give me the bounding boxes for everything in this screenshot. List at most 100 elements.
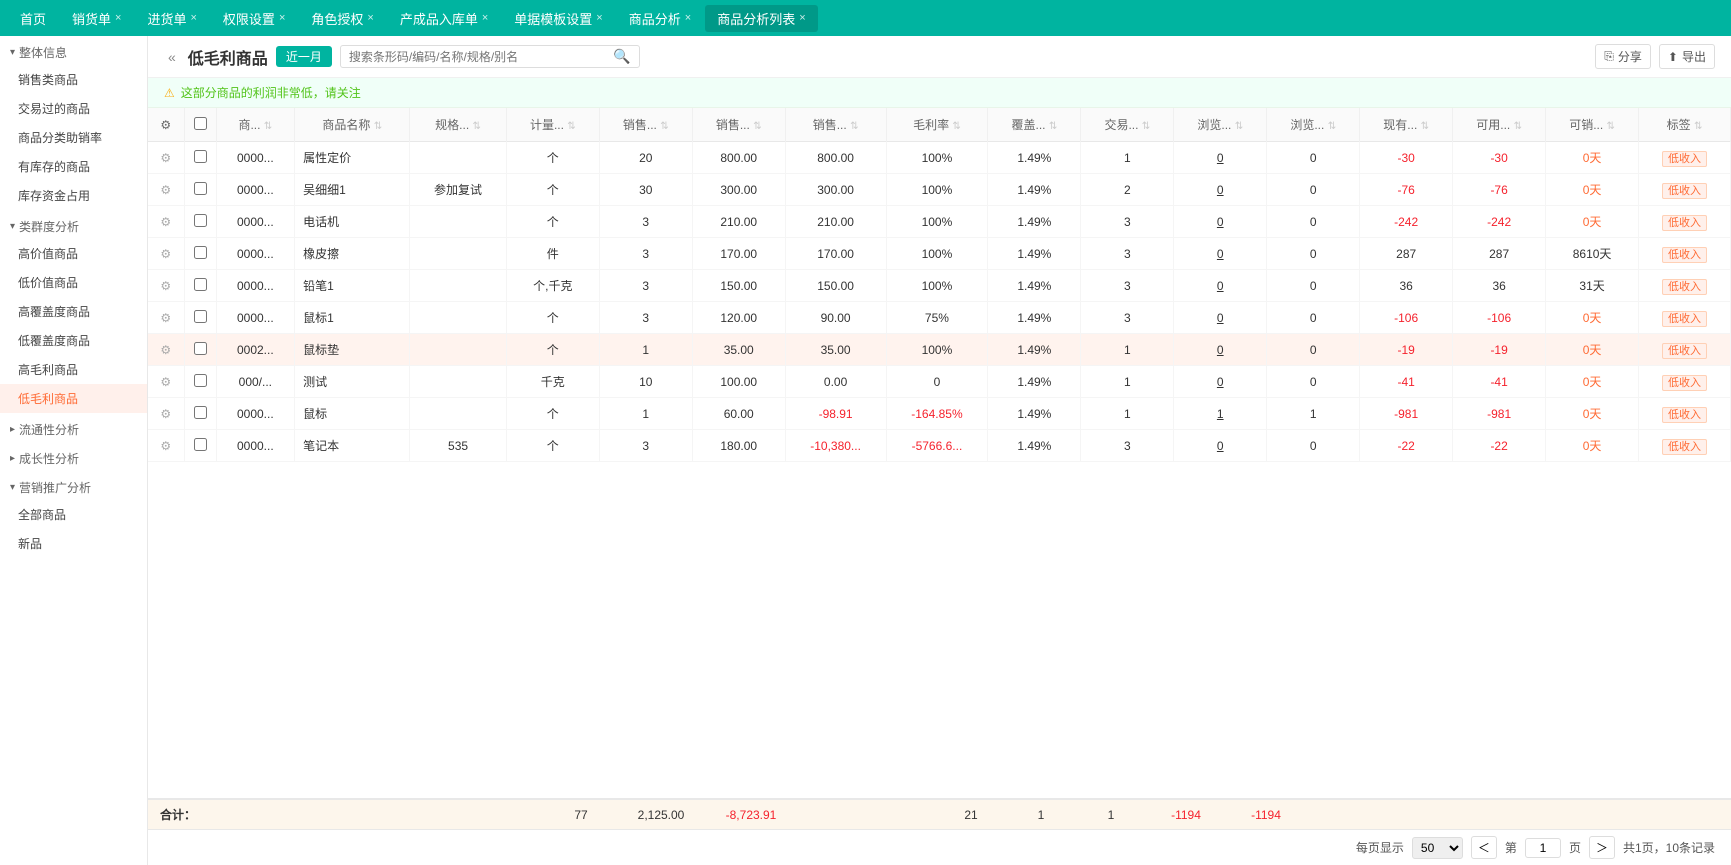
row-available: -981 [1453,398,1546,430]
sidebar-item-new-products[interactable]: 新品 [0,529,147,558]
search-input[interactable] [349,50,610,64]
row-browse1[interactable]: 0 [1174,270,1267,302]
nav-close-icon[interactable]: × [190,12,196,24]
nav-close-icon[interactable]: × [115,12,121,24]
nav-role-auth[interactable]: 角色授权 × [299,5,385,32]
sidebar-group-marketing[interactable]: ▾ 营销推广分析 [0,471,147,500]
sidebar-item-high-value[interactable]: 高价值商品 [0,239,147,268]
sidebar-item-inventory-capital[interactable]: 库存资金占用 [0,181,147,210]
row-browse1[interactable]: 0 [1174,238,1267,270]
row-checkbox[interactable] [184,430,216,462]
sidebar-item-traded-products[interactable]: 交易过的商品 [0,94,147,123]
settings-column-header[interactable]: ⚙ [148,108,184,142]
row-checkbox[interactable] [184,398,216,430]
nav-close-icon[interactable]: × [685,12,691,24]
row-settings[interactable]: ⚙ [148,430,184,462]
row-sales-profit: -10,380... [785,430,886,462]
row-checkbox[interactable] [184,366,216,398]
row-settings[interactable]: ⚙ [148,366,184,398]
row-sales-amount: 300.00 [692,174,785,206]
sidebar-item-inventory-products[interactable]: 有库存的商品 [0,152,147,181]
nav-purchase-order[interactable]: 进货单 × [135,5,208,32]
export-button[interactable]: ⬆ 导出 [1659,44,1715,69]
row-checkbox[interactable] [184,238,216,270]
table-row: ⚙ 0000... 鼠标 个 1 60.00 -98.91 -164.85% 1… [148,398,1731,430]
nav-product-analysis-list[interactable]: 商品分析列表 × [705,5,817,32]
nav-product-analysis[interactable]: 商品分析 × [617,5,703,32]
nav-home[interactable]: 首页 [8,5,58,32]
row-settings[interactable]: ⚙ [148,238,184,270]
chevron-down-icon: ▾ [10,482,15,493]
row-settings[interactable]: ⚙ [148,174,184,206]
row-trade: 1 [1081,334,1174,366]
row-settings[interactable]: ⚙ [148,270,184,302]
sidebar-group-growth[interactable]: ▸ 成长性分析 [0,442,147,471]
row-browse1[interactable]: 0 [1174,334,1267,366]
sidebar-item-low-value[interactable]: 低价值商品 [0,268,147,297]
checkbox-column-header[interactable] [184,108,216,142]
row-checkbox[interactable] [184,142,216,174]
filter-recent-month-button[interactable]: 近一月 [276,46,332,67]
row-browse1[interactable]: 0 [1174,366,1267,398]
nav-product-entry[interactable]: 产成品入库单 × [388,5,500,32]
page-size-select[interactable]: 50 20 100 [1412,837,1463,859]
sidebar-item-sales-products[interactable]: 销售类商品 [0,65,147,94]
total-info: 共1页，10条记录 [1623,839,1715,856]
page-number-input[interactable] [1525,838,1561,858]
row-spec [410,238,507,270]
content-area: « 低毛利商品 近一月 🔍 ⎘ 分享 ⬆ 导出 ⚠ 这部分商品的利润非常低， [148,36,1731,865]
sidebar-group-circulation[interactable]: ▸ 流通性分析 [0,413,147,442]
row-settings[interactable]: ⚙ [148,334,184,366]
row-browse1[interactable]: 0 [1174,142,1267,174]
row-sales-count: 30 [599,174,692,206]
row-settings[interactable]: ⚙ [148,398,184,430]
prev-page-button[interactable]: ＜ [1471,836,1497,859]
row-settings[interactable]: ⚙ [148,142,184,174]
sidebar-item-high-margin[interactable]: 高毛利商品 [0,355,147,384]
row-checkbox[interactable] [184,206,216,238]
row-sales-amount: 60.00 [692,398,785,430]
sidebar-item-high-coverage[interactable]: 高覆盖度商品 [0,297,147,326]
sidebar-item-low-margin[interactable]: 低毛利商品 [0,384,147,413]
row-trade: 3 [1081,302,1174,334]
row-browse1[interactable]: 1 [1174,398,1267,430]
row-browse1[interactable]: 0 [1174,302,1267,334]
row-trade: 3 [1081,430,1174,462]
sidebar-group-overall[interactable]: ▾ 整体信息 [0,36,147,65]
search-icon[interactable]: 🔍 [613,48,630,65]
nav-sales-order[interactable]: 销货单 × [60,5,133,32]
row-name: 鼠标1 [295,302,410,334]
nav-permission-settings[interactable]: 权限设置 × [211,5,297,32]
next-page-button[interactable]: ＞ [1589,836,1615,859]
saleable-column-header: 可销... ⇅ [1546,108,1639,142]
row-gross-rate: 100% [886,238,988,270]
select-all-checkbox[interactable] [194,117,207,130]
nav-close-icon[interactable]: × [279,12,285,24]
row-cover-rate: 1.49% [988,430,1081,462]
sidebar-collapse-button[interactable]: « [164,49,180,65]
nav-close-icon[interactable]: × [799,12,805,24]
sidebar-item-category-assist-rate[interactable]: 商品分类助销率 [0,123,147,152]
row-browse1[interactable]: 0 [1174,174,1267,206]
sidebar-item-all-products[interactable]: 全部商品 [0,500,147,529]
table-row: ⚙ 0000... 铅笔1 个,千克 3 150.00 150.00 100% … [148,270,1731,302]
available-column-header: 可用... ⇅ [1453,108,1546,142]
row-checkbox[interactable] [184,302,216,334]
sidebar-item-low-coverage[interactable]: 低覆盖度商品 [0,326,147,355]
nav-close-icon[interactable]: × [367,12,373,24]
row-trade: 1 [1081,398,1174,430]
share-button[interactable]: ⎘ 分享 [1595,44,1651,69]
row-settings[interactable]: ⚙ [148,206,184,238]
nav-close-icon[interactable]: × [482,12,488,24]
row-checkbox[interactable] [184,334,216,366]
nav-template-settings[interactable]: 单据模板设置 × [502,5,614,32]
sidebar-group-cluster[interactable]: ▾ 类群度分析 [0,210,147,239]
row-tag: 低收入 [1639,334,1731,366]
row-browse1[interactable]: 0 [1174,206,1267,238]
nav-close-icon[interactable]: × [596,12,602,24]
row-settings[interactable]: ⚙ [148,302,184,334]
browse1-column-header: 浏览... ⇅ [1174,108,1267,142]
row-checkbox[interactable] [184,270,216,302]
row-browse1[interactable]: 0 [1174,430,1267,462]
row-checkbox[interactable] [184,174,216,206]
